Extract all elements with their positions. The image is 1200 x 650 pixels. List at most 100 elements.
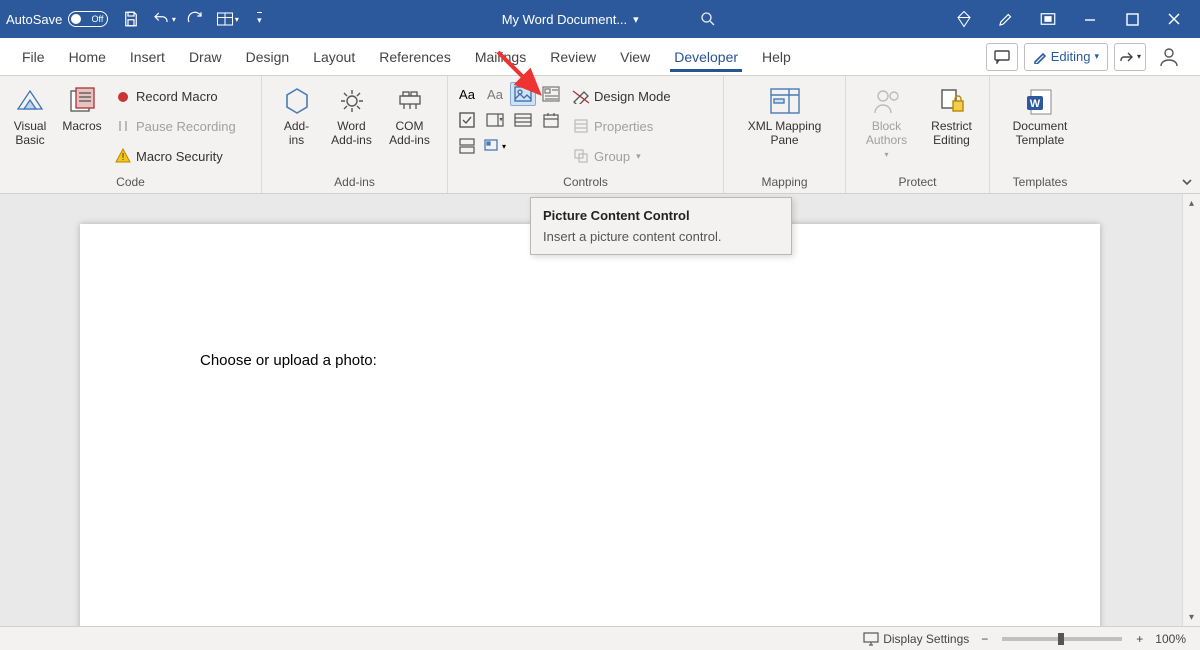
autosave-control[interactable]: AutoSave Off [6,11,108,27]
addins-button[interactable]: Add- ins [271,80,323,173]
macros-icon [65,84,99,118]
diamond-icon[interactable] [944,4,984,34]
tab-draw[interactable]: Draw [177,38,234,75]
redo-icon[interactable] [180,4,210,34]
undo-icon[interactable]: ▾ [148,4,178,34]
collapse-ribbon-icon[interactable] [1180,175,1194,189]
combobox-control-icon[interactable] [482,108,508,132]
autosave-label: AutoSave [6,12,62,27]
repeating-section-icon[interactable] [454,134,480,158]
properties-button: Properties [570,114,692,138]
plain-text-control-icon[interactable]: Aa [482,82,508,106]
zoom-level[interactable]: 100% [1155,632,1186,646]
hexagon-icon [280,84,314,118]
tooltip-title: Picture Content Control [543,208,779,223]
gear-icon [335,84,369,118]
vertical-scrollbar[interactable]: ▴ ▾ [1182,194,1200,626]
svg-text:!: ! [122,152,125,163]
document-area: Choose or upload a photo: [0,194,1182,626]
table-icon[interactable]: ▾ [212,4,242,34]
ribbon-mode-icon[interactable] [1028,4,1068,34]
tab-developer[interactable]: Developer [662,38,750,75]
properties-icon [572,117,590,135]
ribbon-group-addins: Add- ins Word Add-ins COM Add-ins Add-in… [262,76,448,193]
tab-home[interactable]: Home [57,38,118,75]
xml-pane-icon [768,84,802,118]
tab-file[interactable]: File [10,38,57,75]
minimize-button[interactable] [1070,4,1110,34]
lock-icon [935,84,969,118]
maximize-button[interactable] [1112,4,1152,34]
zoom-in-button[interactable]: + [1136,632,1143,646]
tab-mailings[interactable]: Mailings [463,38,538,75]
close-button[interactable] [1154,4,1194,34]
ribbon-group-controls: Aa Aa ▾ Design Mode Properties Group▾ Co… [448,76,724,193]
pencil-icon [1033,50,1047,64]
tab-design[interactable]: Design [234,38,302,75]
date-picker-control-icon[interactable] [538,108,564,132]
comments-button[interactable] [986,43,1018,71]
display-settings-button[interactable]: Display Settings [863,632,969,646]
status-bar: Display Settings − + 100% [0,626,1200,650]
editing-mode-button[interactable]: Editing ▾ [1024,43,1108,71]
pause-icon [114,117,132,135]
tab-insert[interactable]: Insert [118,38,177,75]
record-macro-button[interactable]: Record Macro [112,85,244,109]
account-icon[interactable] [1152,46,1186,68]
save-icon[interactable] [116,4,146,34]
block-authors-icon [870,84,904,118]
chevron-down-icon: ▾ [633,13,639,26]
tooltip: Picture Content Control Insert a picture… [530,197,792,255]
visual-basic-icon [13,84,47,118]
com-addins-button[interactable]: COM Add-ins [381,80,439,173]
rich-text-control-icon[interactable]: Aa [454,82,480,106]
search-icon[interactable] [699,10,717,28]
ribbon-tabs: File Home Insert Draw Design Layout Refe… [0,38,1200,76]
qat-customize-icon[interactable]: ▾ [244,4,274,34]
scroll-down-icon[interactable]: ▾ [1183,608,1200,626]
macro-security-button[interactable]: !Macro Security [112,144,244,168]
warning-icon: ! [114,147,132,165]
picture-content-control-button[interactable] [510,82,536,106]
tooltip-body: Insert a picture content control. [543,229,779,244]
design-mode-button[interactable]: Design Mode [570,85,692,109]
restrict-editing-button[interactable]: Restrict Editing [921,80,983,173]
tab-help[interactable]: Help [750,38,803,75]
ribbon-group-templates: WDocument Template Templates [990,76,1090,193]
scroll-up-icon[interactable]: ▴ [1183,194,1200,212]
word-addins-button[interactable]: Word Add-ins [323,80,381,173]
tab-layout[interactable]: Layout [301,38,367,75]
document-page[interactable]: Choose or upload a photo: [80,224,1100,626]
macros-button[interactable]: Macros [56,80,108,173]
document-title[interactable]: My Word Document... ▾ [502,12,639,27]
legacy-tools-icon[interactable]: ▾ [482,134,508,158]
brush-icon[interactable] [986,4,1026,34]
zoom-out-button[interactable]: − [981,632,988,646]
document-body-text[interactable]: Choose or upload a photo: [200,352,377,369]
xml-mapping-button[interactable]: XML Mapping Pane [735,80,835,173]
block-authors-button[interactable]: Block Authors▾ [853,80,921,173]
ribbon-group-mapping: XML Mapping Pane Mapping [724,76,846,193]
autosave-toggle[interactable]: Off [68,11,108,27]
quick-access-toolbar: ▾ ▾ ▾ [116,4,274,34]
tab-review[interactable]: Review [538,38,608,75]
share-button[interactable]: ▾ [1114,43,1146,71]
ribbon-group-code: Visual Basic Macros Record Macro Pause R… [0,76,262,193]
document-template-button[interactable]: WDocument Template [997,80,1083,173]
building-block-control-icon[interactable] [538,82,564,106]
visual-basic-button[interactable]: Visual Basic [4,80,56,173]
title-bar: AutoSave Off ▾ ▾ ▾ My Word Document... ▾ [0,0,1200,38]
pause-recording-button: Pause Recording [112,114,244,138]
dropdown-control-icon[interactable] [510,108,536,132]
monitor-icon [863,632,879,646]
word-template-icon: W [1023,84,1057,118]
com-addins-icon [393,84,427,118]
tab-references[interactable]: References [367,38,463,75]
group-icon [572,147,590,165]
svg-text:W: W [1030,98,1041,110]
zoom-slider[interactable] [1002,637,1122,641]
tab-view[interactable]: View [608,38,662,75]
controls-gallery: Aa Aa ▾ [452,80,566,173]
checkbox-control-icon[interactable] [454,108,480,132]
record-icon [114,88,132,106]
